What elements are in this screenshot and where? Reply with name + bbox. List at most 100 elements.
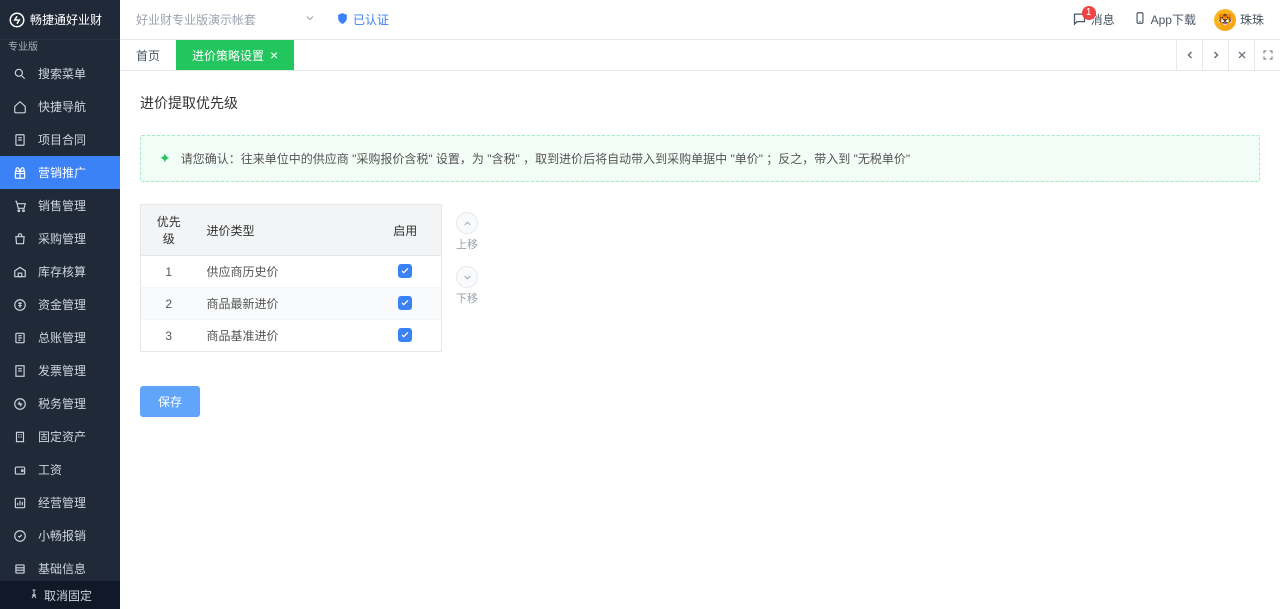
sidebar-item-label: 小畅报销 <box>38 527 86 544</box>
info-icon: ✦ <box>159 150 171 167</box>
sidebar-item-label: 项目合同 <box>38 131 86 148</box>
sidebar-item-label: 工资 <box>38 461 62 478</box>
sidebar-item-marketing[interactable]: 营销推广 <box>0 156 120 189</box>
sidebar-item-fund[interactable]: 资金管理 <box>0 288 120 321</box>
sidebar-item-salary[interactable]: 工资 <box>0 453 120 486</box>
shield-icon <box>336 12 349 28</box>
message-badge: 1 <box>1082 6 1096 20</box>
sidebar-item-purchase[interactable]: 采购管理 <box>0 222 120 255</box>
account-name: 好业财专业版演示帐套 <box>136 11 256 28</box>
database-icon <box>12 561 28 577</box>
sidebar-item-label: 经营管理 <box>38 494 86 511</box>
sidebar-item-inventory[interactable]: 库存核算 <box>0 255 120 288</box>
table-header-enable: 启用 <box>370 205 442 256</box>
brand-name: 畅捷通好业财 <box>30 11 112 28</box>
brand-icon <box>8 11 26 29</box>
table-row[interactable]: 2 商品最新进价 <box>141 288 442 320</box>
tab-label: 进价策略设置 <box>192 47 264 64</box>
search-icon <box>12 66 28 82</box>
move-down-button[interactable]: 下移 <box>456 266 478 306</box>
tabs-prev-button[interactable] <box>1176 40 1202 70</box>
sidebar-item-ledger[interactable]: 总账管理 <box>0 321 120 354</box>
brand-edition: 专业版 <box>0 38 120 57</box>
app-download-label: App下载 <box>1151 11 1196 28</box>
cell-type: 供应商历史价 <box>197 256 370 288</box>
sidebar-item-label: 发票管理 <box>38 362 86 379</box>
cart-icon <box>12 198 28 214</box>
message-button[interactable]: 消息 1 <box>1072 11 1115 29</box>
pin-label: 取消固定 <box>44 587 92 604</box>
cell-priority: 3 <box>141 320 197 352</box>
warehouse-icon <box>12 264 28 280</box>
unpin-button[interactable]: 取消固定 <box>0 581 120 609</box>
table-row[interactable]: 1 供应商历史价 <box>141 256 442 288</box>
cell-type: 商品最新进价 <box>197 288 370 320</box>
tab-home[interactable]: 首页 <box>120 40 176 70</box>
fullscreen-button[interactable] <box>1254 40 1280 70</box>
user-menu[interactable]: 🐯 珠珠 <box>1214 9 1264 31</box>
move-controls: 上移 下移 <box>456 204 478 306</box>
tab-price-strategy[interactable]: 进价策略设置 × <box>176 40 294 70</box>
money-icon <box>12 297 28 313</box>
sidebar-item-label: 销售管理 <box>38 197 86 214</box>
sidebar-item-sales[interactable]: 销售管理 <box>0 189 120 222</box>
table-header-type: 进价类型 <box>197 205 370 256</box>
tabs-close-all-button[interactable] <box>1228 40 1254 70</box>
pin-icon <box>28 588 40 603</box>
building-icon <box>12 429 28 445</box>
bag-icon <box>12 231 28 247</box>
verified-label: 已认证 <box>353 11 389 28</box>
book-icon <box>12 330 28 346</box>
enable-checkbox[interactable] <box>398 296 412 310</box>
sidebar-item-invoice[interactable]: 发票管理 <box>0 354 120 387</box>
sidebar-item-quicknav[interactable]: 快捷导航 <box>0 90 120 123</box>
gift-icon <box>12 165 28 181</box>
info-banner: ✦ 请您确认：往来单位中的供应商 "采购报价含税" 设置，为 "含税" ，取到进… <box>140 135 1260 182</box>
chevron-down-icon <box>304 12 316 27</box>
enable-checkbox[interactable] <box>398 328 412 342</box>
sidebar-item-tax[interactable]: 税务管理 <box>0 387 120 420</box>
sidebar-item-label: 固定资产 <box>38 428 86 445</box>
cell-type: 商品基准进价 <box>197 320 370 352</box>
wallet-icon <box>12 462 28 478</box>
sidebar-item-project[interactable]: 项目合同 <box>0 123 120 156</box>
priority-table: 优先级 进价类型 启用 1 供应商历史价 2 商品最新进价 3 <box>140 204 442 352</box>
receipt-icon <box>12 363 28 379</box>
move-up-button[interactable]: 上移 <box>456 212 478 252</box>
tabs-bar: 首页 进价策略设置 × <box>120 40 1280 71</box>
move-up-label: 上移 <box>456 236 478 252</box>
page-title: 进价提取优先级 <box>140 93 1260 113</box>
app-download-button[interactable]: App下载 <box>1133 11 1196 28</box>
user-name: 珠珠 <box>1240 11 1264 28</box>
sidebar-item-operation[interactable]: 经营管理 <box>0 486 120 519</box>
move-down-label: 下移 <box>456 290 478 306</box>
sidebar-item-label: 采购管理 <box>38 230 86 247</box>
chevron-down-icon <box>456 266 478 288</box>
cell-priority: 2 <box>141 288 197 320</box>
tax-icon <box>12 396 28 412</box>
enable-checkbox[interactable] <box>398 264 412 278</box>
close-icon[interactable]: × <box>270 48 278 62</box>
sidebar-item-label: 快捷导航 <box>38 98 86 115</box>
save-button[interactable]: 保存 <box>140 386 200 417</box>
expense-icon <box>12 528 28 544</box>
sidebar-item-label: 资金管理 <box>38 296 86 313</box>
sidebar-item-asset[interactable]: 固定资产 <box>0 420 120 453</box>
chevron-up-icon <box>456 212 478 234</box>
sidebar-item-search[interactable]: 搜索菜单 <box>0 57 120 90</box>
sidebar-item-label: 税务管理 <box>38 395 86 412</box>
tabs-next-button[interactable] <box>1202 40 1228 70</box>
document-icon <box>12 132 28 148</box>
sidebar-item-label: 搜索菜单 <box>38 65 86 82</box>
cell-priority: 1 <box>141 256 197 288</box>
home-icon <box>12 99 28 115</box>
avatar-icon: 🐯 <box>1214 9 1236 31</box>
chart-icon <box>12 495 28 511</box>
sidebar: 畅捷通好业财 专业版 搜索菜单 快捷导航 项目合同 营销推广 销售管理 采购管理 <box>0 0 120 609</box>
account-select[interactable]: 好业财专业版演示帐套 <box>136 11 316 28</box>
table-row[interactable]: 3 商品基准进价 <box>141 320 442 352</box>
tab-label: 首页 <box>136 47 160 64</box>
sidebar-item-basic[interactable]: 基础信息 <box>0 552 120 581</box>
sidebar-item-label: 营销推广 <box>38 164 86 181</box>
sidebar-item-xiaochang[interactable]: 小畅报销 <box>0 519 120 552</box>
